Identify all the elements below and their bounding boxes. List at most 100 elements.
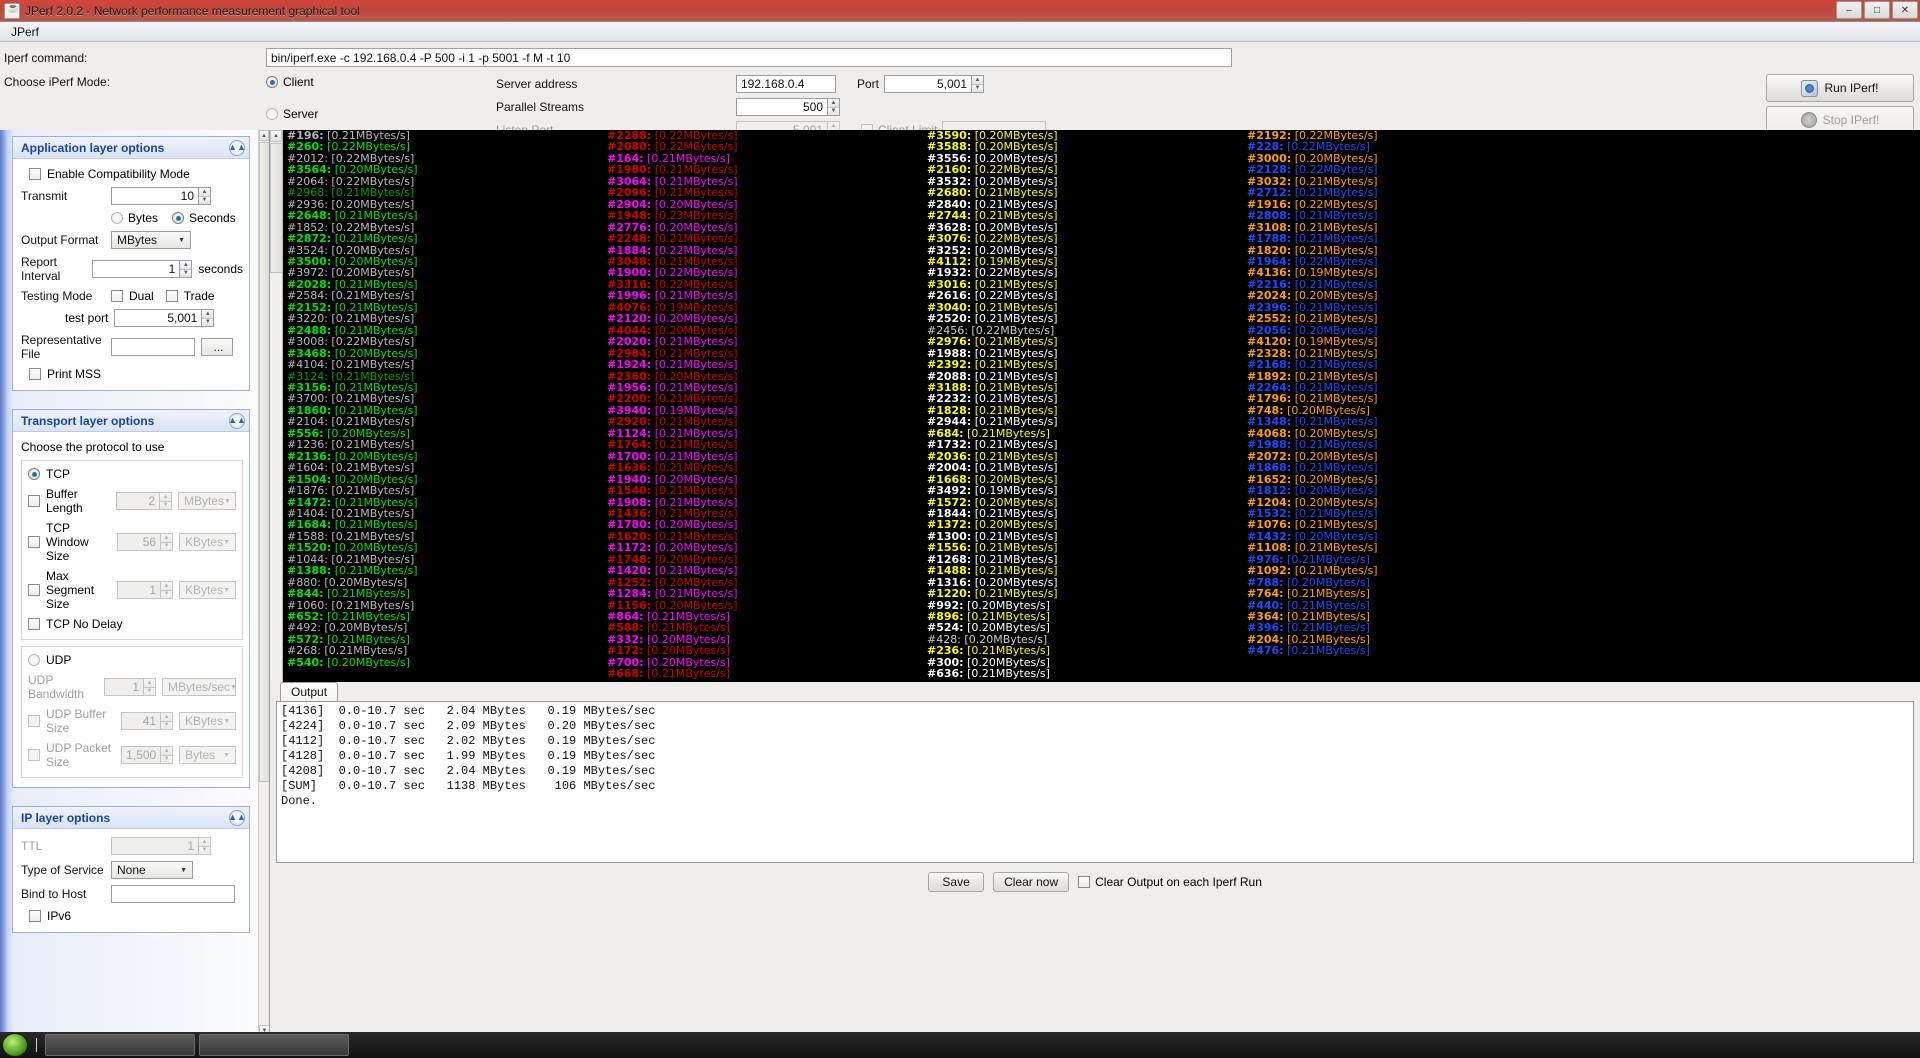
mode-client-radio[interactable]: Client	[266, 75, 496, 89]
type-of-service-select[interactable]: None ▼	[111, 861, 193, 879]
menu-item-jperf[interactable]: JPerf	[4, 23, 46, 41]
taskbar-item[interactable]	[199, 1034, 349, 1056]
java-coffee-cup-icon	[4, 2, 20, 19]
window-title-bar[interactable]: JPerf 2.0.2 - Network performance measur…	[0, 0, 1920, 22]
representative-file-browse-button[interactable]: ...	[201, 338, 233, 356]
server-address-input[interactable]: 192.168.0.4	[736, 75, 836, 93]
transmit-stepper[interactable]: 10 ▲ ▼	[111, 187, 211, 205]
udp-buffer-down-arrow: ▼	[161, 721, 173, 729]
report-interval-input[interactable]: 1	[92, 260, 181, 278]
tab-output[interactable]: Output	[280, 682, 339, 701]
transmit-up-arrow[interactable]: ▲	[199, 188, 210, 197]
radio-on-icon	[172, 212, 185, 224]
report-interval-row: Report Interval 1 ▲ ▼ seconds	[21, 255, 243, 283]
ttl-up-arrow: ▲	[199, 838, 210, 847]
clear-output-on-run-checkbox[interactable]	[1078, 876, 1091, 888]
testing-mode-row: Testing Mode Dual Trade	[21, 289, 243, 303]
parallel-streams-down-arrow[interactable]: ▼	[828, 107, 839, 115]
tcp-window-up-arrow: ▲	[161, 534, 173, 543]
clear-output-on-run-row[interactable]: Clear Output on each Iperf Run	[1078, 875, 1262, 889]
output-save-button[interactable]: Save	[928, 872, 985, 892]
transmit-label: Transmit	[21, 189, 68, 203]
dual-checkbox[interactable]	[111, 290, 123, 302]
buffer-length-input: 2	[116, 492, 160, 510]
tcp-no-delay-checkbox[interactable]	[28, 618, 40, 630]
scroll-up-arrow[interactable]: ▲	[259, 130, 269, 141]
tcp-no-delay-label: TCP No Delay	[46, 617, 123, 631]
transmit-down-arrow[interactable]: ▼	[199, 196, 210, 204]
chevron-up-icon[interactable]: ▲▲	[228, 809, 246, 826]
report-interval-down-arrow[interactable]: ▼	[180, 269, 192, 277]
parallel-streams-stepper[interactable]: 500 ▲ ▼	[736, 98, 840, 116]
udp-radio-row[interactable]: UDP	[28, 653, 236, 667]
type-of-service-row: Type of Service None ▼	[21, 861, 243, 879]
report-interval-up-arrow[interactable]: ▲	[180, 261, 192, 270]
report-interval-stepper[interactable]: 1 ▲ ▼	[92, 260, 193, 278]
bandwidth-legend: #196: [0.21MBytes/s] #260: [0.22MBytes/s]…	[283, 130, 1920, 682]
ipv6-checkbox[interactable]	[29, 910, 41, 922]
transmit-row: Transmit 10 ▲ ▼	[21, 187, 243, 205]
close-button[interactable]: ✕	[1892, 1, 1918, 19]
stop-gear-icon	[1800, 112, 1817, 128]
trade-checkbox[interactable]	[165, 290, 178, 302]
minimize-button[interactable]: –	[1836, 1, 1862, 19]
tcp-radio-row[interactable]: TCP	[28, 467, 236, 481]
output-console[interactable]: [4136] 0.0-10.7 sec 2.04 MBytes 0.19 MBy…	[276, 701, 1914, 863]
test-port-label: test port	[65, 311, 109, 325]
chevron-down-icon: ▼	[223, 717, 230, 725]
report-interval-label: Report Interval	[21, 255, 61, 283]
chevron-down-icon: ▼	[230, 683, 237, 691]
tcp-window-checkbox[interactable]	[28, 536, 40, 548]
options-vertical-scrollbar[interactable]: ▲ ▼	[258, 130, 269, 1036]
bind-to-host-input[interactable]	[111, 885, 235, 903]
udp-buffer-label: UDP Buffer Size	[46, 707, 107, 735]
udp-buffer-checkbox[interactable]	[28, 715, 40, 727]
graph-vertical-scrollbar[interactable]: ▲	[270, 130, 283, 682]
port-up-arrow[interactable]: ▲	[972, 76, 984, 85]
panel-transport-header[interactable]: Transport layer options ▲▲	[13, 410, 249, 432]
maximize-button[interactable]: □	[1864, 1, 1890, 19]
start-orb-icon[interactable]	[2, 1033, 28, 1057]
output-format-label: Output Format	[21, 233, 99, 247]
output-clear-now-button[interactable]: Clear now	[993, 872, 1070, 892]
print-mss-checkbox[interactable]	[29, 368, 41, 380]
report-interval-unit-label: seconds	[198, 262, 243, 276]
port-stepper[interactable]: 5,001 ▲ ▼	[884, 75, 985, 93]
iperf-command-field[interactable]: bin/iperf.exe -c 192.168.0.4 -P 500 -i 1…	[266, 48, 1232, 67]
transmit-seconds-radio[interactable]: Seconds	[172, 211, 236, 225]
mode-server-radio[interactable]: Server	[266, 107, 496, 121]
graph-scroll-thumb[interactable]	[270, 143, 283, 273]
parallel-streams-up-arrow[interactable]: ▲	[828, 99, 839, 108]
output-format-select[interactable]: MBytes ▼	[111, 231, 191, 249]
test-port-input[interactable]: 5,001	[114, 309, 203, 327]
graph-scroll-up-arrow[interactable]: ▲	[270, 130, 282, 142]
menu-bar: JPerf	[0, 22, 1920, 42]
panel-application-header[interactable]: Application layer options ▲▲	[13, 137, 249, 159]
test-port-up-arrow[interactable]: ▲	[202, 310, 214, 319]
mode-client-label: Client	[283, 75, 314, 89]
max-segment-size-checkbox[interactable]	[28, 584, 40, 596]
legend-entry: #668: [0.21MBytes/s]	[607, 667, 730, 681]
port-down-arrow[interactable]: ▼	[972, 84, 984, 92]
buffer-length-checkbox[interactable]	[28, 495, 40, 507]
representative-file-input[interactable]	[111, 338, 195, 356]
transmit-bytes-radio[interactable]: Bytes	[111, 211, 158, 225]
panel-ip-title: IP layer options	[21, 810, 111, 825]
parallel-streams-input[interactable]: 500	[736, 98, 828, 116]
compat-mode-label: Enable Compatibility Mode	[47, 167, 190, 181]
test-port-stepper[interactable]: 5,001 ▲ ▼	[114, 309, 215, 327]
compat-mode-checkbox[interactable]	[29, 168, 41, 180]
panel-ip-header[interactable]: IP layer options ▲▲	[13, 807, 249, 829]
scroll-thumb[interactable]	[259, 142, 269, 782]
transmit-unit-row: Bytes Seconds	[21, 211, 243, 225]
chevron-up-icon[interactable]: ▲▲	[228, 412, 246, 429]
chevron-up-icon[interactable]: ▲▲	[228, 139, 246, 156]
run-iperf-button[interactable]: Run IPerf!	[1766, 74, 1914, 102]
udp-packet-checkbox[interactable]	[28, 749, 40, 761]
ttl-input: 1	[111, 837, 199, 855]
taskbar-item[interactable]	[45, 1034, 195, 1056]
test-port-down-arrow[interactable]: ▼	[202, 318, 214, 326]
transmit-input[interactable]: 10	[111, 187, 199, 205]
port-input[interactable]: 5,001	[884, 75, 973, 93]
udp-packet-unit-value: Bytes	[185, 748, 216, 762]
